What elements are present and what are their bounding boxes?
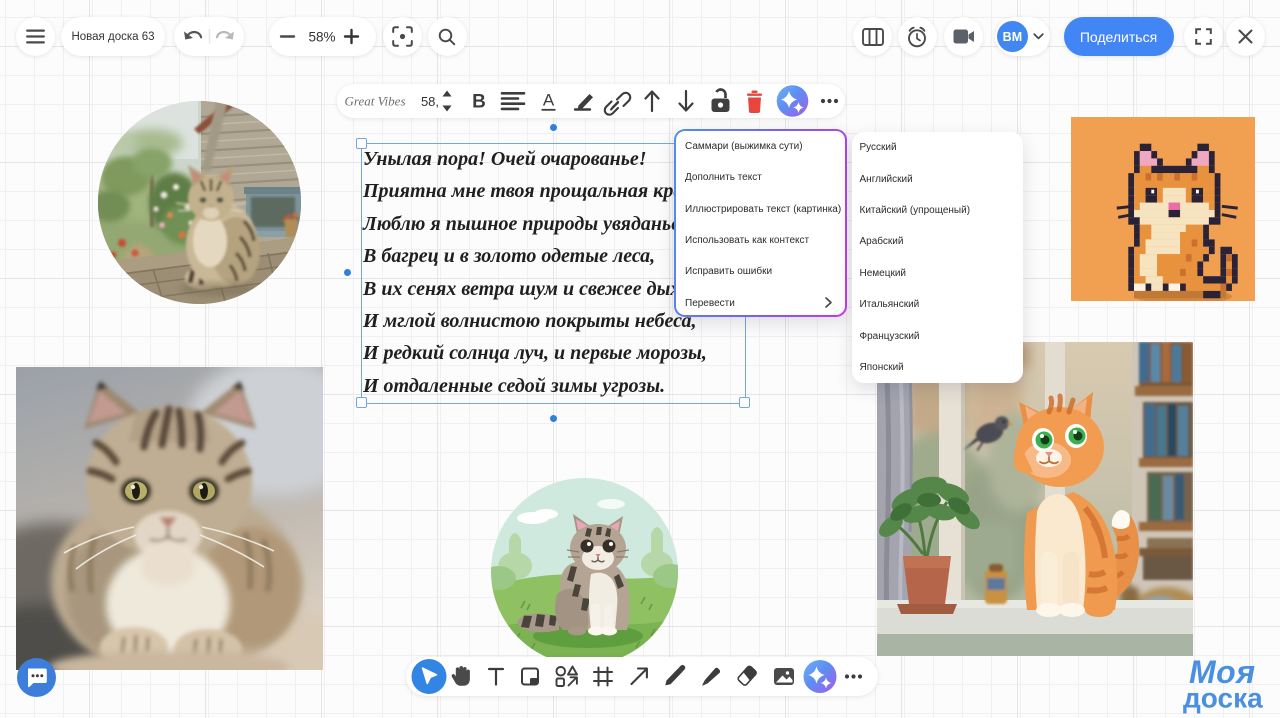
svg-text:58,: 58, [421, 94, 439, 109]
svg-text:58%: 58% [308, 30, 335, 45]
svg-text:B: B [472, 92, 486, 113]
svg-text:Great Vibes: Great Vibes [344, 94, 405, 109]
svg-text:доска: доска [1183, 683, 1263, 714]
svg-text:A: A [543, 91, 555, 110]
